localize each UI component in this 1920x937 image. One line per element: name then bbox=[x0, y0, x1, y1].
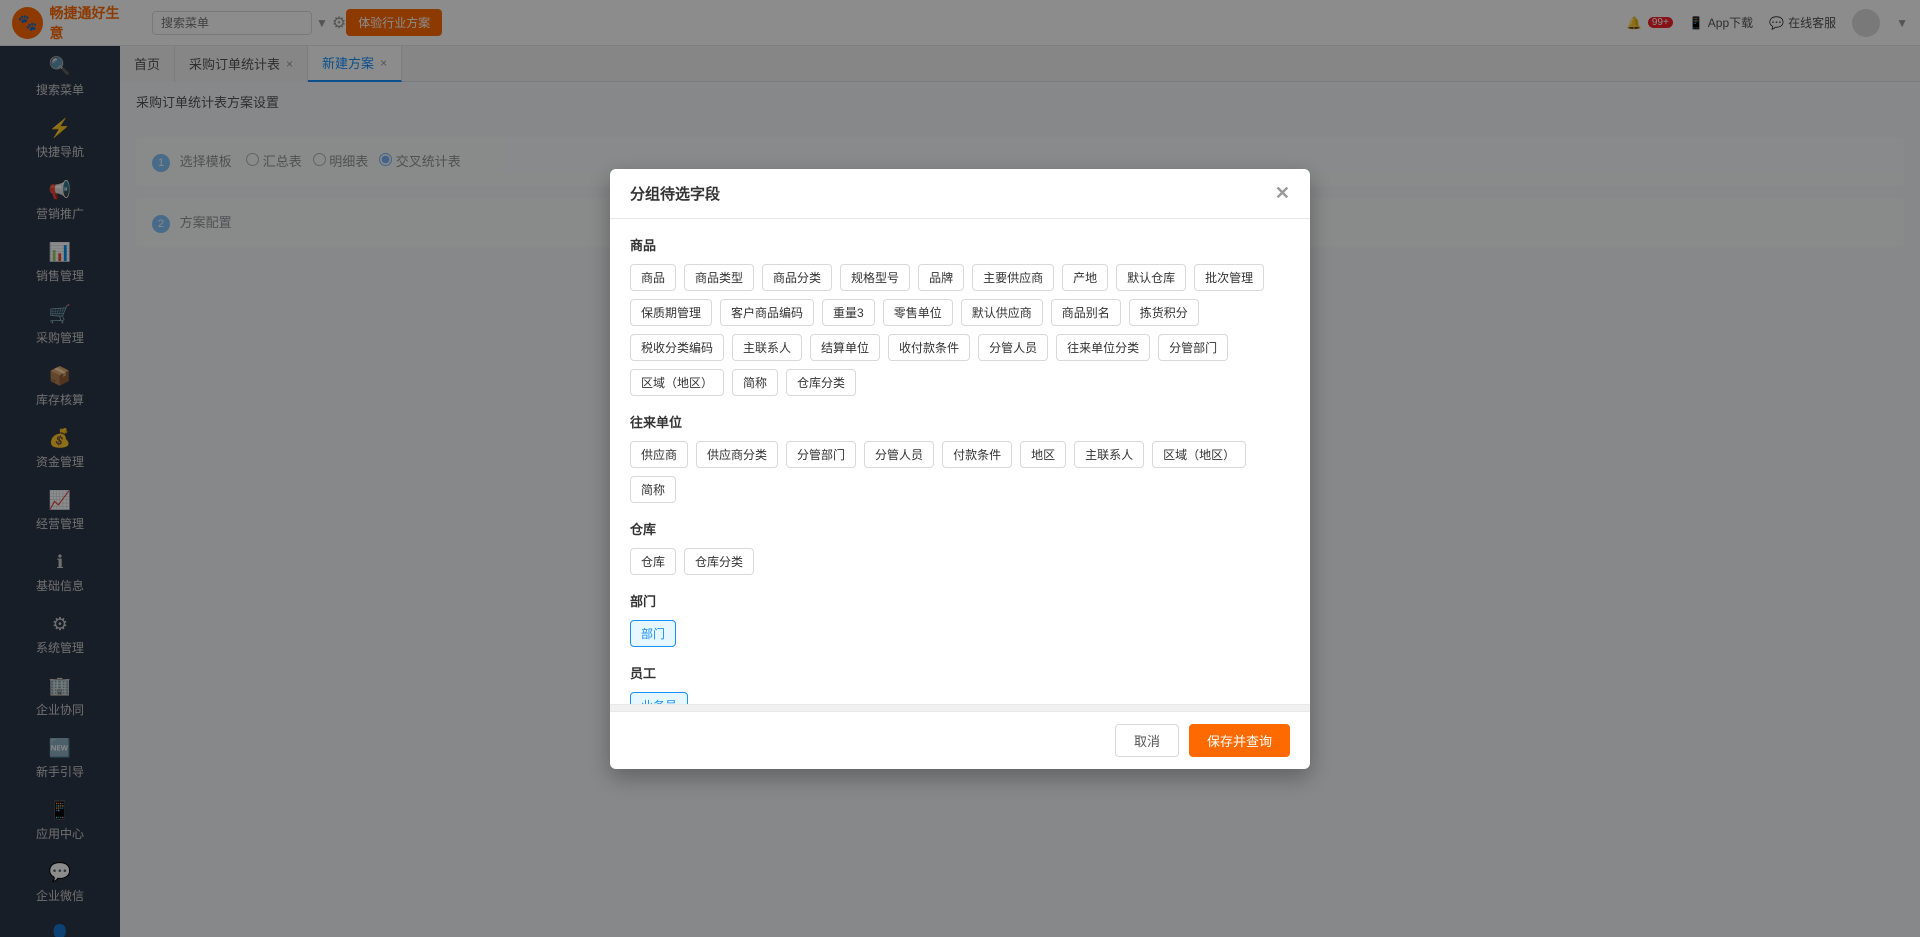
field-partner-region[interactable]: 区域（地区） bbox=[1152, 441, 1246, 468]
field-main-supplier[interactable]: 主要供应商 bbox=[972, 264, 1054, 291]
save-button[interactable]: 保存并查询 bbox=[1189, 724, 1290, 757]
field-wh[interactable]: 仓库 bbox=[630, 548, 676, 575]
group-goods: 商品 商品 商品类型 商品分类 规格型号 品牌 主要供应商 产地 默认仓库 批次… bbox=[630, 235, 1290, 396]
field-select-modal: 分组待选字段 ✕ 商品 商品 商品类型 商品分类 规格型号 品牌 主要供应商 产… bbox=[610, 169, 1310, 769]
modal-overlay: 分组待选字段 ✕ 商品 商品 商品类型 商品分类 规格型号 品牌 主要供应商 产… bbox=[0, 0, 1920, 937]
field-payment-cond[interactable]: 付款条件 bbox=[942, 441, 1012, 468]
modal-header: 分组待选字段 ✕ bbox=[610, 169, 1310, 219]
field-wh-category[interactable]: 仓库分类 bbox=[684, 548, 754, 575]
group-partner: 往来单位 供应商 供应商分类 分管部门 分管人员 付款条件 地区 主联系人 区域… bbox=[630, 412, 1290, 503]
field-warehouse-category[interactable]: 仓库分类 bbox=[786, 369, 856, 396]
field-default-supplier[interactable]: 默认供应商 bbox=[961, 299, 1043, 326]
field-partner-manager[interactable]: 分管人员 bbox=[864, 441, 934, 468]
field-department[interactable]: 部门 bbox=[630, 620, 676, 647]
group-partner-fields: 供应商 供应商分类 分管部门 分管人员 付款条件 地区 主联系人 区域（地区） … bbox=[630, 441, 1290, 503]
field-region[interactable]: 区域（地区） bbox=[630, 369, 724, 396]
group-dept-fields: 部门 bbox=[630, 620, 1290, 647]
field-dept-mgr[interactable]: 分管部门 bbox=[1158, 334, 1228, 361]
modal-footer: 取消 保存并查询 bbox=[610, 711, 1310, 769]
field-supplier[interactable]: 供应商 bbox=[630, 441, 688, 468]
group-warehouse-title: 仓库 bbox=[630, 519, 1290, 538]
field-goods[interactable]: 商品 bbox=[630, 264, 676, 291]
field-settlement-unit[interactable]: 结算单位 bbox=[810, 334, 880, 361]
field-short-name[interactable]: 简称 bbox=[732, 369, 778, 396]
field-from-unit-category[interactable]: 往来单位分类 bbox=[1056, 334, 1150, 361]
field-goods-type[interactable]: 商品类型 bbox=[684, 264, 754, 291]
field-partner-contact[interactable]: 主联系人 bbox=[1074, 441, 1144, 468]
group-warehouse: 仓库 仓库 仓库分类 bbox=[630, 519, 1290, 575]
field-main-contact[interactable]: 主联系人 bbox=[732, 334, 802, 361]
modal-close-button[interactable]: ✕ bbox=[1275, 183, 1290, 204]
group-staff-title: 员工 bbox=[630, 663, 1290, 682]
group-dept: 部门 部门 bbox=[630, 591, 1290, 647]
group-staff: 员工 业务员 bbox=[630, 663, 1290, 705]
field-spec-type[interactable]: 规格型号 bbox=[840, 264, 910, 291]
field-salesperson[interactable]: 业务员 bbox=[630, 692, 688, 705]
field-supplier-category[interactable]: 供应商分类 bbox=[696, 441, 778, 468]
group-goods-title: 商品 bbox=[630, 235, 1290, 254]
field-default-warehouse[interactable]: 默认仓库 bbox=[1116, 264, 1186, 291]
modal-title: 分组待选字段 bbox=[630, 183, 720, 204]
group-partner-title: 往来单位 bbox=[630, 412, 1290, 431]
field-payment-terms[interactable]: 收付款条件 bbox=[888, 334, 970, 361]
field-goods-category[interactable]: 商品分类 bbox=[762, 264, 832, 291]
field-retail-unit[interactable]: 零售单位 bbox=[883, 299, 953, 326]
cancel-button[interactable]: 取消 bbox=[1115, 724, 1179, 757]
field-partner-dept[interactable]: 分管部门 bbox=[786, 441, 856, 468]
field-partner-short[interactable]: 简称 bbox=[630, 476, 676, 503]
group-goods-fields: 商品 商品类型 商品分类 规格型号 品牌 主要供应商 产地 默认仓库 批次管理 … bbox=[630, 264, 1290, 396]
field-area[interactable]: 地区 bbox=[1020, 441, 1066, 468]
field-origin[interactable]: 产地 bbox=[1062, 264, 1108, 291]
group-staff-fields: 业务员 bbox=[630, 692, 1290, 705]
field-pick-score[interactable]: 拣货积分 bbox=[1129, 299, 1199, 326]
modal-body: 商品 商品 商品类型 商品分类 规格型号 品牌 主要供应商 产地 默认仓库 批次… bbox=[610, 219, 1310, 705]
field-customer-code[interactable]: 客户商品编码 bbox=[720, 299, 814, 326]
field-goods-alias[interactable]: 商品别名 bbox=[1051, 299, 1121, 326]
field-batch-mgmt[interactable]: 批次管理 bbox=[1194, 264, 1264, 291]
field-quality-mgmt[interactable]: 保质期管理 bbox=[630, 299, 712, 326]
group-warehouse-fields: 仓库 仓库分类 bbox=[630, 548, 1290, 575]
field-brand[interactable]: 品牌 bbox=[918, 264, 964, 291]
field-weight3[interactable]: 重量3 bbox=[822, 299, 875, 326]
field-manager[interactable]: 分管人员 bbox=[978, 334, 1048, 361]
group-dept-title: 部门 bbox=[630, 591, 1290, 610]
field-tax-code[interactable]: 税收分类编码 bbox=[630, 334, 724, 361]
